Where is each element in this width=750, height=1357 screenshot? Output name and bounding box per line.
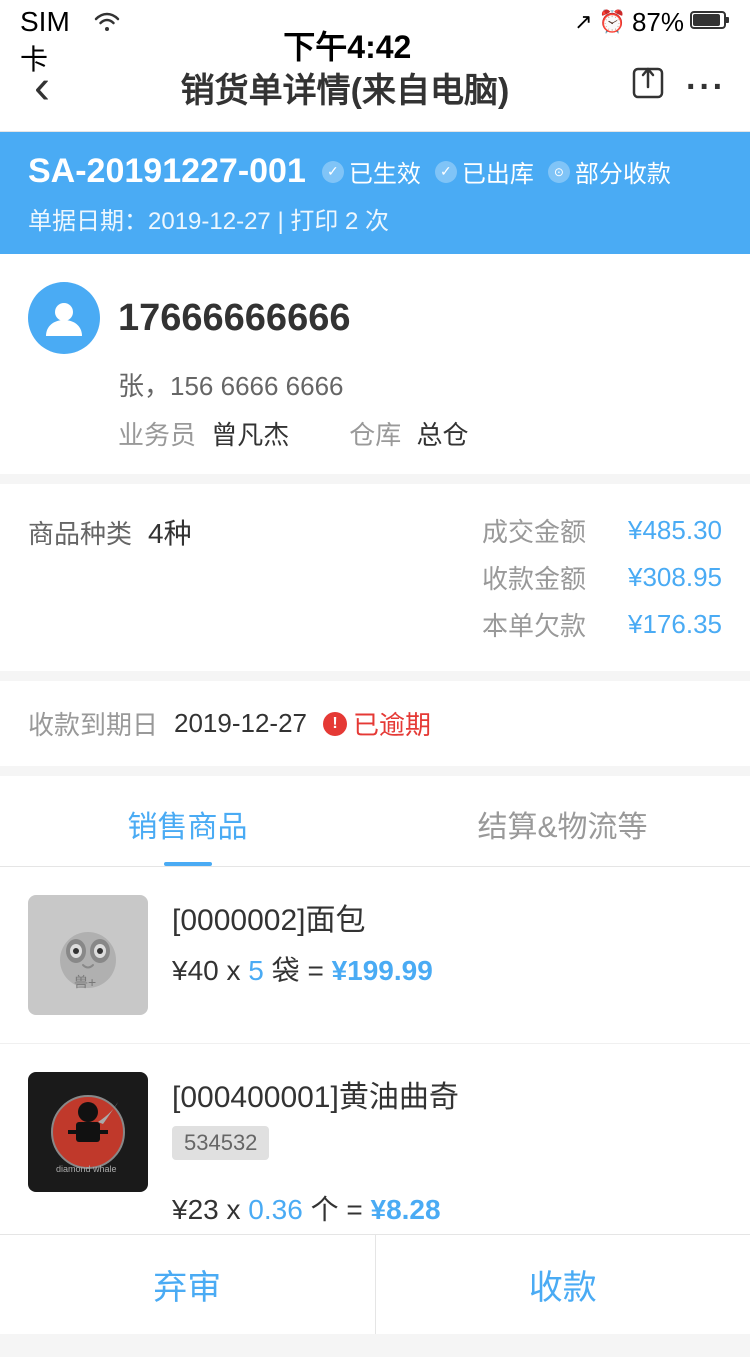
stats-category: 商品种类 4种	[28, 512, 192, 552]
cancel-review-button[interactable]: 弃审	[0, 1235, 376, 1334]
wifi-icon	[93, 6, 121, 38]
stats-amounts: 成交金额 ¥485.30 收款金额 ¥308.95 本单欠款 ¥176.35	[482, 512, 722, 643]
product-info-2: [000400001]黄油曲奇 534532 ¥23 x 0.36 个 = ¥8…	[172, 1072, 722, 1228]
badge-effective: ✓ 已生效	[322, 154, 421, 189]
products-section: 兽+ [0000002]面包 ¥40 x 5 袋 = ¥199.99	[0, 867, 750, 1257]
customer-meta: 业务员 曾凡杰 仓库 总仓	[28, 415, 722, 452]
product-sku-2: 534532	[172, 1126, 269, 1160]
deal-value: ¥485.30	[602, 515, 722, 546]
receipt-amount: 收款金额 ¥308.95	[482, 559, 722, 596]
badge-partial: ⊙ 部分收款	[548, 154, 671, 189]
qty-value: 5	[248, 955, 264, 986]
order-header-banner: SA-20191227-001 ✓ 已生效 ✓ 已出库 ⊙ 部分收款 单据日期：…	[0, 132, 750, 254]
alarm-icon: ⏰	[599, 9, 626, 35]
deal-amount: 成交金额 ¥485.30	[482, 512, 722, 549]
svg-text:diamond whale: diamond whale	[56, 1164, 117, 1174]
warehouse-value: 总仓	[417, 420, 469, 450]
order-id: SA-20191227-001	[28, 152, 306, 191]
warehouse-label: 仓库	[349, 420, 401, 450]
product-name-1: [0000002]面包	[172, 895, 722, 939]
nav-right-buttons: ···	[630, 65, 726, 110]
customer-section: 17666666666 张，156 6666 6666 业务员 曾凡杰 仓库 总…	[0, 254, 750, 484]
price-value-2: ¥23	[172, 1194, 219, 1225]
more-button[interactable]: ···	[686, 68, 726, 107]
battery-icon	[690, 7, 730, 38]
back-button[interactable]: ‹	[24, 50, 60, 125]
customer-avatar	[28, 282, 100, 354]
overdue-icon: !	[323, 712, 347, 736]
overdue-badge: ! 已逾期	[323, 705, 431, 742]
debt-amount: 本单欠款 ¥176.35	[482, 606, 722, 643]
product-price-2: ¥23 x 0.36 个 = ¥8.28	[172, 1188, 722, 1228]
price-value: ¥40	[172, 955, 219, 986]
unit-value-2: 个	[311, 1194, 339, 1225]
product-item: diamond whale [000400001]黄油曲奇 534532 ¥23…	[0, 1044, 750, 1257]
receipt-value: ¥308.95	[602, 562, 722, 593]
badge-effective-icon: ✓	[322, 161, 344, 183]
tab-active-indicator	[164, 862, 212, 866]
warehouse-info: 仓库 总仓	[349, 415, 468, 452]
deal-label: 成交金额	[482, 512, 586, 549]
unit-value: 袋	[272, 955, 300, 986]
product-price-1: ¥40 x 5 袋 = ¥199.99	[172, 949, 722, 989]
salesperson-value: 曾凡杰	[211, 420, 289, 450]
receipt-label: 收款金额	[482, 559, 586, 596]
product-info-1: [0000002]面包 ¥40 x 5 袋 = ¥199.99	[172, 895, 722, 989]
battery-text: 87%	[632, 7, 684, 38]
customer-phone: 17666666666	[118, 297, 350, 340]
total-value-2: ¥8.28	[371, 1194, 441, 1225]
product-item: 兽+ [0000002]面包 ¥40 x 5 袋 = ¥199.99	[0, 867, 750, 1044]
due-date: 2019-12-27	[174, 708, 307, 739]
product-thumbnail-2: diamond whale	[28, 1072, 148, 1192]
debt-label: 本单欠款	[482, 606, 586, 643]
salesperson-label: 业务员	[118, 420, 196, 450]
page-title: 销货单详情(来自电脑)	[181, 63, 510, 112]
location-icon: ↗	[574, 9, 592, 35]
salesperson-info: 业务员 曾凡杰	[118, 415, 289, 452]
product-image-placeholder-1: 兽+	[28, 895, 148, 1015]
due-section: 收款到期日 2019-12-27 ! 已逾期	[0, 681, 750, 776]
overdue-label: 已逾期	[353, 705, 431, 742]
category-label: 商品种类	[28, 514, 132, 551]
badge-shipped: ✓ 已出库	[435, 154, 534, 189]
status-right-icons: ↗ ⏰ 87%	[574, 7, 730, 38]
svg-text:兽+: 兽+	[74, 974, 96, 990]
bottom-bar: 弃审 收款	[0, 1234, 750, 1334]
due-label: 收款到期日	[28, 705, 158, 742]
tab-settlement[interactable]: 结算&物流等	[375, 776, 750, 866]
product-thumbnail-1: 兽+	[28, 895, 148, 1015]
debt-value: ¥176.35	[602, 609, 722, 640]
status-badges: ✓ 已生效 ✓ 已出库 ⊙ 部分收款	[322, 154, 671, 189]
badge-partial-icon: ⊙	[548, 161, 570, 183]
tab-products[interactable]: 销售商品	[0, 776, 375, 866]
share-button[interactable]	[630, 65, 666, 110]
qty-value-2: 0.36	[248, 1194, 303, 1225]
badge-shipped-icon: ✓	[435, 161, 457, 183]
category-count: 4种	[148, 512, 192, 552]
total-value: ¥199.99	[332, 955, 433, 986]
collect-payment-button[interactable]: 收款	[376, 1235, 750, 1334]
stats-section: 商品种类 4种 成交金额 ¥485.30 收款金额 ¥308.95 本单欠款 ¥…	[0, 484, 750, 681]
status-bar: 无 SIM 卡 下午4:42 ↗ ⏰ 87%	[0, 0, 750, 44]
tabs-section: 销售商品 结算&物流等	[0, 776, 750, 867]
product-name-2: [000400001]黄油曲奇	[172, 1072, 722, 1116]
order-meta: 单据日期：2019-12-27 | 打印 2 次	[28, 201, 722, 236]
customer-contact: 张，156 6666 6666	[28, 366, 722, 403]
